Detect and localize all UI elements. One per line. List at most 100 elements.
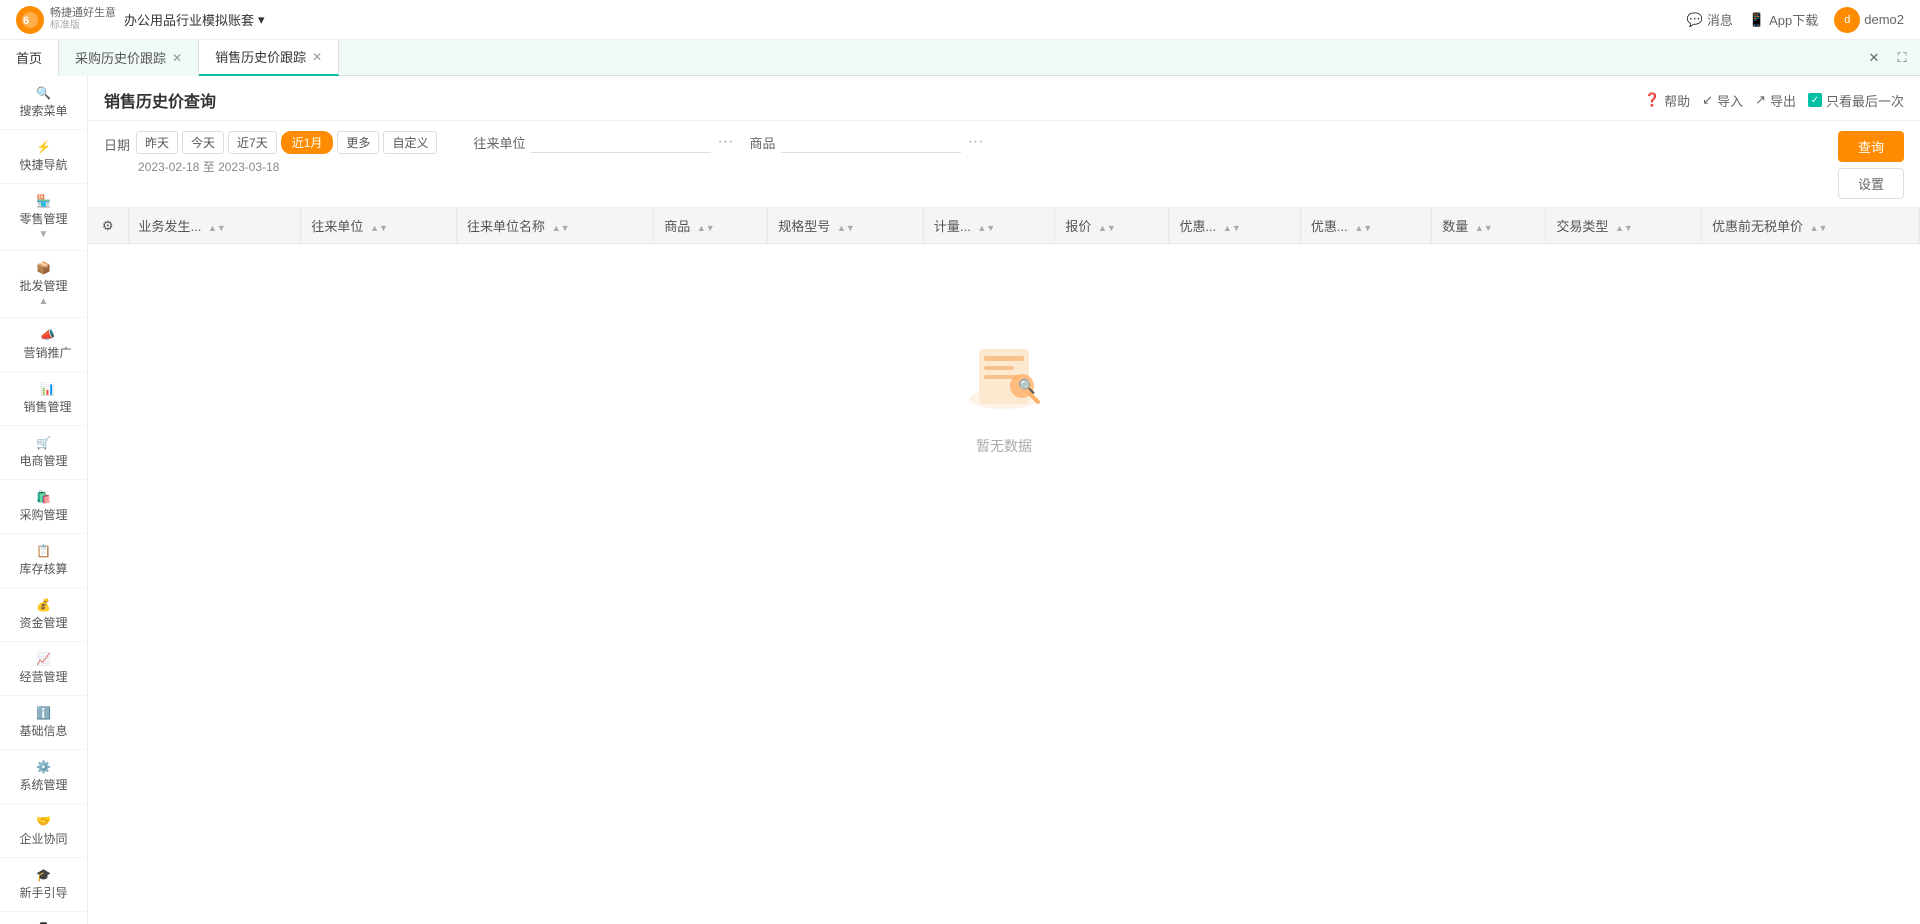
product-dots-btn[interactable]: ··· (967, 133, 983, 151)
column-settings-icon: ⚙ (102, 218, 114, 234)
sidebar-item-system[interactable]: ⚙️ 系统管理 (0, 750, 87, 804)
col-discount1[interactable]: 优惠... ▲▼ (1169, 208, 1300, 244)
action-btns-group: 查询 设置 (1838, 131, 1904, 199)
main-layout: 🔍 搜索菜单 ⚡ 快捷导航 🏪 零售管理 ▼ 📦 批发管理 ▲ 📣 营销推广 📊… (0, 76, 1920, 924)
sidebar-item-purchase[interactable]: 🛍️ 采购管理 (0, 480, 87, 534)
sort-partner-code: ▲▼ (370, 223, 388, 233)
date-btn-7days[interactable]: 近7天 (228, 131, 277, 154)
header-right: 💬 消息 📱 App下载 d demo2 (1687, 7, 1904, 33)
sort-quote: ▲▼ (1098, 223, 1116, 233)
sort-spec: ▲▼ (837, 223, 855, 233)
data-table: ⚙ 业务发生... ▲▼ 往来单位 ▲▼ (88, 208, 1920, 244)
col-discount2[interactable]: 优惠... ▲▼ (1300, 208, 1431, 244)
col-quantity[interactable]: 数量 ▲▼ (1432, 208, 1546, 244)
ecommerce-icon: 🛒 (36, 436, 51, 450)
sidebar-item-basic-info[interactable]: ℹ️ 基础信息 (0, 696, 87, 750)
col-trade-type[interactable]: 交易类型 ▲▼ (1546, 208, 1702, 244)
sidebar-item-quick-nav[interactable]: ⚡ 快捷导航 (0, 130, 87, 184)
only-last-checkbox-label[interactable]: ✓ 只看最后一次 (1808, 91, 1904, 110)
sort-discount1: ▲▼ (1223, 223, 1241, 233)
quick-nav-icon: ⚡ (36, 140, 51, 154)
date-btn-more[interactable]: 更多 (337, 131, 379, 154)
only-last-checkbox[interactable]: ✓ (1808, 93, 1822, 107)
logo-area: 6 畅捷通好生意 标准版 (16, 6, 116, 34)
app-selector[interactable]: 办公用品行业模拟账套 ▾ (124, 10, 265, 29)
sidebar-item-finance[interactable]: 💰 资金管理 (0, 588, 87, 642)
product-input[interactable] (781, 131, 961, 153)
operations-icon: 📈 (36, 652, 51, 666)
tab-purchase-history[interactable]: 采购历史价跟踪 ✕ (59, 40, 199, 76)
sidebar-item-app-center[interactable]: 📱 应用中心 (0, 912, 87, 924)
tab-home[interactable]: 首页 (0, 40, 59, 76)
col-pretax-price[interactable]: 优惠前无税单价 ▲▼ (1701, 208, 1919, 244)
user-avatar: d (1834, 7, 1860, 33)
empty-state-icon: 🔍 (954, 324, 1054, 424)
export-btn[interactable]: ↗ 导出 (1755, 91, 1796, 110)
sidebar-item-ecommerce[interactable]: 🛒 电商管理 (0, 426, 87, 480)
filter-row-1: 日期 昨天 今天 近7天 近1月 更多 自定义 2023-02-18 至 202… (104, 131, 1904, 199)
col-partner-name[interactable]: 往来单位名称 ▲▼ (457, 208, 654, 244)
user-menu[interactable]: d demo2 (1834, 7, 1904, 33)
finance-icon: 💰 (36, 598, 51, 612)
date-btn-custom[interactable]: 自定义 (383, 131, 437, 154)
sort-pretax-price: ▲▼ (1810, 223, 1828, 233)
basic-info-icon: ℹ️ (36, 706, 51, 720)
date-filter-group: 日期 昨天 今天 近7天 近1月 更多 自定义 2023-02-18 至 202… (104, 131, 437, 175)
tab-sales-history[interactable]: 销售历史价跟踪 ✕ (199, 40, 339, 76)
partner-label: 往来单位 (473, 133, 525, 152)
settings-button[interactable]: 设置 (1838, 168, 1904, 199)
close-sales-history-tab[interactable]: ✕ (312, 50, 322, 64)
sidebar: 🔍 搜索菜单 ⚡ 快捷导航 🏪 零售管理 ▼ 📦 批发管理 ▲ 📣 营销推广 📊… (0, 76, 88, 924)
header-left: 6 畅捷通好生意 标准版 办公用品行业模拟账套 ▾ (16, 6, 265, 34)
top-header: 6 畅捷通好生意 标准版 办公用品行业模拟账套 ▾ 💬 消息 📱 App下载 d… (0, 0, 1920, 40)
date-btn-today[interactable]: 今天 (182, 131, 224, 154)
col-spec[interactable]: 规格型号 ▲▼ (768, 208, 924, 244)
sidebar-item-retail[interactable]: 🏪 零售管理 ▼ (0, 184, 87, 251)
col-partner-code[interactable]: 往来单位 ▲▼ (301, 208, 457, 244)
sidebar-item-enterprise[interactable]: 🤝 企业协同 (0, 804, 87, 858)
col-biz-date[interactable]: 业务发生... ▲▼ (128, 208, 301, 244)
partner-input[interactable] (531, 131, 711, 153)
date-btn-yesterday[interactable]: 昨天 (136, 131, 178, 154)
product-filter-group: 商品 ··· (749, 131, 983, 153)
retail-arrow: ▼ (39, 229, 49, 240)
query-button[interactable]: 查询 (1838, 131, 1904, 162)
partner-filter-group: 往来单位 ··· (473, 131, 733, 153)
col-settings[interactable]: ⚙ (88, 208, 128, 244)
product-label: 商品 (749, 133, 775, 152)
svg-text:6: 6 (23, 15, 29, 27)
col-product[interactable]: 商品 ▲▼ (654, 208, 768, 244)
empty-state: 🔍 暂无数据 (88, 244, 1920, 536)
sidebar-item-newbie[interactable]: 🎓 新手引导 (0, 858, 87, 912)
sort-product: ▲▼ (697, 223, 715, 233)
col-unit[interactable]: 计量... ▲▼ (923, 208, 1054, 244)
page-content: 销售历史价查询 ❓ 帮助 ↙ 导入 ↗ 导出 ✓ (88, 76, 1920, 924)
sort-biz-date: ▲▼ (208, 223, 226, 233)
sidebar-item-sales-mgmt[interactable]: 📊 销售管理 (0, 372, 87, 426)
newbie-icon: 🎓 (36, 868, 51, 882)
close-all-tabs-btn[interactable]: ✕ (1864, 48, 1884, 68)
tab-bar-actions: ✕ ⛶ (1864, 48, 1912, 68)
import-btn[interactable]: ↙ 导入 (1702, 91, 1743, 110)
sidebar-item-operations[interactable]: 📈 经营管理 (0, 642, 87, 696)
sidebar-item-inventory[interactable]: 📋 库存核算 (0, 534, 87, 588)
close-purchase-history-tab[interactable]: ✕ (172, 51, 182, 65)
help-btn[interactable]: ❓ 帮助 (1644, 91, 1690, 110)
marketing-icon: 📣 (40, 328, 55, 342)
sort-partner-name: ▲▼ (552, 223, 570, 233)
import-icon: ↙ (1702, 92, 1713, 108)
sidebar-item-wholesale[interactable]: 📦 批发管理 ▲ (0, 251, 87, 318)
app-download-btn[interactable]: 📱 App下载 (1749, 10, 1818, 29)
content-area: 销售历史价查询 ❓ 帮助 ↙ 导入 ↗ 导出 ✓ (88, 76, 1920, 924)
col-quote[interactable]: 报价 ▲▼ (1055, 208, 1169, 244)
page-actions: ❓ 帮助 ↙ 导入 ↗ 导出 ✓ 只看最后一次 (1644, 91, 1904, 110)
sidebar-item-search[interactable]: 🔍 搜索菜单 (0, 76, 87, 130)
date-btn-1month[interactable]: 近1月 (281, 131, 334, 154)
message-btn[interactable]: 💬 消息 (1687, 10, 1733, 29)
enterprise-icon: 🤝 (36, 814, 51, 828)
date-btns-row: 昨天 今天 近7天 近1月 更多 自定义 (136, 131, 437, 154)
maximize-btn[interactable]: ⛶ (1892, 48, 1912, 68)
partner-dots-btn[interactable]: ··· (717, 133, 733, 151)
sidebar-item-marketing[interactable]: 📣 营销推广 (0, 318, 87, 372)
table-container: ⚙ 业务发生... ▲▼ 往来单位 ▲▼ (88, 208, 1920, 536)
